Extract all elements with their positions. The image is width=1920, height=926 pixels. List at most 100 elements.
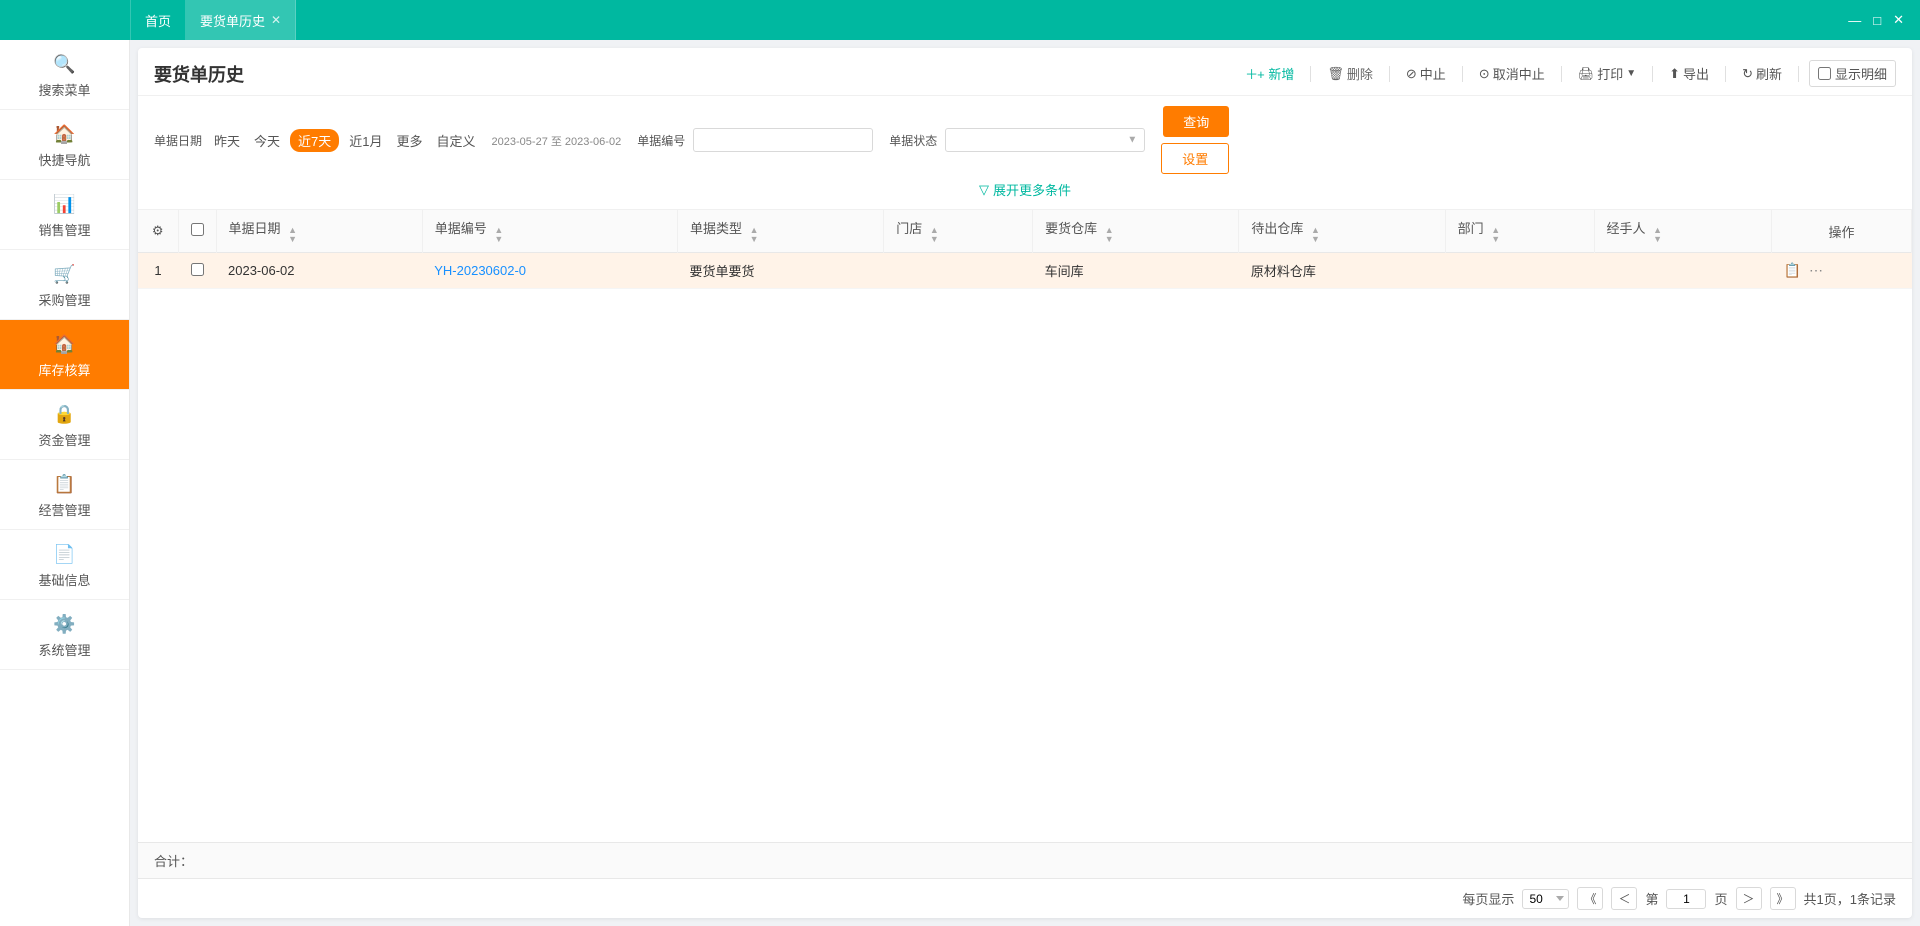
first-page-button[interactable]: 《 xyxy=(1577,887,1603,910)
sort-down-icon4: ▼ xyxy=(930,235,939,244)
filter-actions: 查询 设置 xyxy=(1161,106,1229,174)
tab-requisition-history-label: 要货单历史 xyxy=(200,11,265,30)
new-button[interactable]: ＋ + 新增 xyxy=(1239,60,1300,87)
row-bill-type-cell: 要货单要货 xyxy=(677,253,883,289)
table-footer: 合计： xyxy=(138,842,1912,878)
date-btn-last1month[interactable]: 近1月 xyxy=(345,129,386,152)
maximize-icon[interactable]: □ xyxy=(1873,13,1881,28)
sidebar-item-system-label: 系统管理 xyxy=(38,640,90,659)
close-window-icon[interactable]: ✕ xyxy=(1893,12,1904,28)
sidebar-item-system[interactable]: ⚙️ 系统管理 xyxy=(0,600,129,670)
settings-button[interactable]: 设置 xyxy=(1161,143,1229,174)
row-req-warehouse-cell: 车间库 xyxy=(1033,253,1239,289)
delete-icon: 🗑 xyxy=(1327,66,1344,82)
sort-down-icon6: ▼ xyxy=(1311,235,1320,244)
stop-button[interactable]: ⊘ 中止 xyxy=(1400,60,1452,87)
expand-more-button[interactable]: ▽ 展开更多条件 xyxy=(154,180,1896,199)
page-suffix: 页 xyxy=(1714,889,1727,908)
sidebar-item-operations[interactable]: 📋 经营管理 xyxy=(0,460,129,530)
col-handler-label: 经手人 xyxy=(1607,221,1646,236)
col-req-warehouse-sort[interactable]: ▲ ▼ xyxy=(1105,226,1114,244)
date-btn-more[interactable]: 更多 xyxy=(393,129,427,152)
sort-down-icon2: ▼ xyxy=(494,235,503,244)
sidebar-item-finance[interactable]: 🔒 资金管理 xyxy=(0,390,129,460)
col-date-sort[interactable]: ▲ ▼ xyxy=(288,226,297,244)
prev-page-button[interactable]: ＜ xyxy=(1611,887,1637,910)
tab-close-icon[interactable]: ✕ xyxy=(271,13,281,27)
row-dept-cell xyxy=(1445,253,1594,289)
date-btn-yesterday[interactable]: 昨天 xyxy=(210,129,244,152)
basic-info-icon: 📄 xyxy=(53,544,75,565)
sidebar-item-inventory[interactable]: 🏠 库存核算 xyxy=(0,320,129,390)
col-settings[interactable]: ⚙ xyxy=(138,210,178,253)
row-edit-icon[interactable]: 📋 xyxy=(1784,262,1801,279)
bill-status-label: 单据状态 xyxy=(889,132,937,149)
display-detail-button[interactable]: 显示明细 xyxy=(1809,60,1896,87)
query-button[interactable]: 查询 xyxy=(1163,106,1229,137)
page-number-input[interactable] xyxy=(1666,889,1706,909)
next-page-button[interactable]: ＞ xyxy=(1736,887,1762,910)
bill-no-label: 单据编号 xyxy=(637,132,685,149)
finance-icon: 🔒 xyxy=(53,404,75,425)
main-layout: 🔍 搜索菜单 🏠 快捷导航 📊 销售管理 🛒 采购管理 🏠 库存核算 🔒 资金管… xyxy=(0,40,1920,926)
last-page-button[interactable]: 》 xyxy=(1770,887,1796,910)
bill-status-input[interactable] xyxy=(945,128,1145,152)
col-req-warehouse-label: 要货仓库 xyxy=(1045,221,1097,236)
print-button[interactable]: 🖨 打印 ▼ xyxy=(1572,60,1642,87)
cancel-stop-icon: ⊙ xyxy=(1479,66,1490,82)
row-checkbox-cell xyxy=(178,253,216,289)
col-operations: 操作 xyxy=(1772,210,1912,253)
col-bill-no-label: 单据编号 xyxy=(435,221,487,236)
row-more-icon[interactable]: ⋯ xyxy=(1809,262,1823,279)
top-bar: 首页 要货单历史 ✕ — □ ✕ xyxy=(0,0,1920,40)
col-pending-warehouse-label: 待出仓库 xyxy=(1251,221,1303,236)
row-handler-cell xyxy=(1594,253,1772,289)
row-action-icons: 📋 ⋯ xyxy=(1784,262,1900,279)
col-date-label: 单据日期 xyxy=(229,221,281,236)
row-bill-no-link[interactable]: YH-20230602-0 xyxy=(434,263,526,278)
col-store: 门店 ▲ ▼ xyxy=(884,210,1033,253)
sort-down-icon5: ▼ xyxy=(1105,235,1114,244)
date-btn-custom[interactable]: 自定义 xyxy=(433,129,480,152)
sidebar-item-quick-nav-label: 快捷导航 xyxy=(38,150,90,169)
sidebar-item-inventory-label: 库存核算 xyxy=(38,360,90,379)
sidebar-item-sales[interactable]: 📊 销售管理 xyxy=(0,180,129,250)
sidebar-item-basic-info[interactable]: 📄 基础信息 xyxy=(0,530,129,600)
expand-more-icon: ▽ xyxy=(979,182,989,198)
row-store-cell xyxy=(884,253,1033,289)
refresh-button[interactable]: ↻ 刷新 xyxy=(1736,60,1788,87)
display-detail-checkbox[interactable] xyxy=(1818,67,1831,80)
col-bill-type-sort[interactable]: ▲ ▼ xyxy=(750,226,759,244)
date-btn-last7days[interactable]: 近7天 xyxy=(290,129,339,152)
sort-down-icon3: ▼ xyxy=(750,235,759,244)
col-bill-no-sort[interactable]: ▲ ▼ xyxy=(494,226,503,244)
row-checkbox[interactable] xyxy=(191,263,204,276)
delete-button[interactable]: 🗑 删除 xyxy=(1321,60,1379,87)
bill-no-input[interactable] xyxy=(693,128,873,152)
content-area: 要货单历史 ＋ + 新增 🗑 删除 ⊘ 中止 ⊙ xyxy=(138,48,1912,918)
col-store-sort[interactable]: ▲ ▼ xyxy=(930,226,939,244)
tab-requisition-history[interactable]: 要货单历史 ✕ xyxy=(186,0,296,40)
per-page-select[interactable]: 10 20 50 100 xyxy=(1522,889,1569,909)
top-bar-right: — □ ✕ xyxy=(1848,0,1904,40)
col-pending-warehouse-sort[interactable]: ▲ ▼ xyxy=(1311,226,1320,244)
tab-home[interactable]: 首页 xyxy=(130,0,186,40)
search-menu-icon: 🔍 xyxy=(53,54,75,75)
col-handler: 经手人 ▲ ▼ xyxy=(1594,210,1772,253)
pagination-bar: 每页显示 10 20 50 100 《 ＜ 第 页 ＞ 》 共1页，1条记录 xyxy=(138,878,1912,918)
col-dept-sort[interactable]: ▲ ▼ xyxy=(1491,226,1500,244)
export-button[interactable]: ⬆ 导出 xyxy=(1663,60,1715,87)
sidebar-item-purchase[interactable]: 🛒 采购管理 xyxy=(0,250,129,320)
row-pending-warehouse: 原材料仓库 xyxy=(1251,264,1316,279)
separator-4 xyxy=(1561,66,1562,82)
minimize-icon[interactable]: — xyxy=(1848,13,1861,28)
date-filter-label: 单据日期 xyxy=(154,132,202,149)
select-all-checkbox[interactable] xyxy=(191,223,204,236)
date-btn-today[interactable]: 今天 xyxy=(250,129,284,152)
print-dropdown-icon: ▼ xyxy=(1626,68,1636,79)
sidebar-item-search-menu[interactable]: 🔍 搜索菜单 xyxy=(0,40,129,110)
filter-row: 单据日期 昨天 今天 近7天 近1月 更多 自定义 2023-05-27 至 2… xyxy=(154,106,1896,174)
sidebar-item-quick-nav[interactable]: 🏠 快捷导航 xyxy=(0,110,129,180)
cancel-stop-button[interactable]: ⊙ 取消中止 xyxy=(1473,60,1551,87)
col-handler-sort[interactable]: ▲ ▼ xyxy=(1653,226,1662,244)
